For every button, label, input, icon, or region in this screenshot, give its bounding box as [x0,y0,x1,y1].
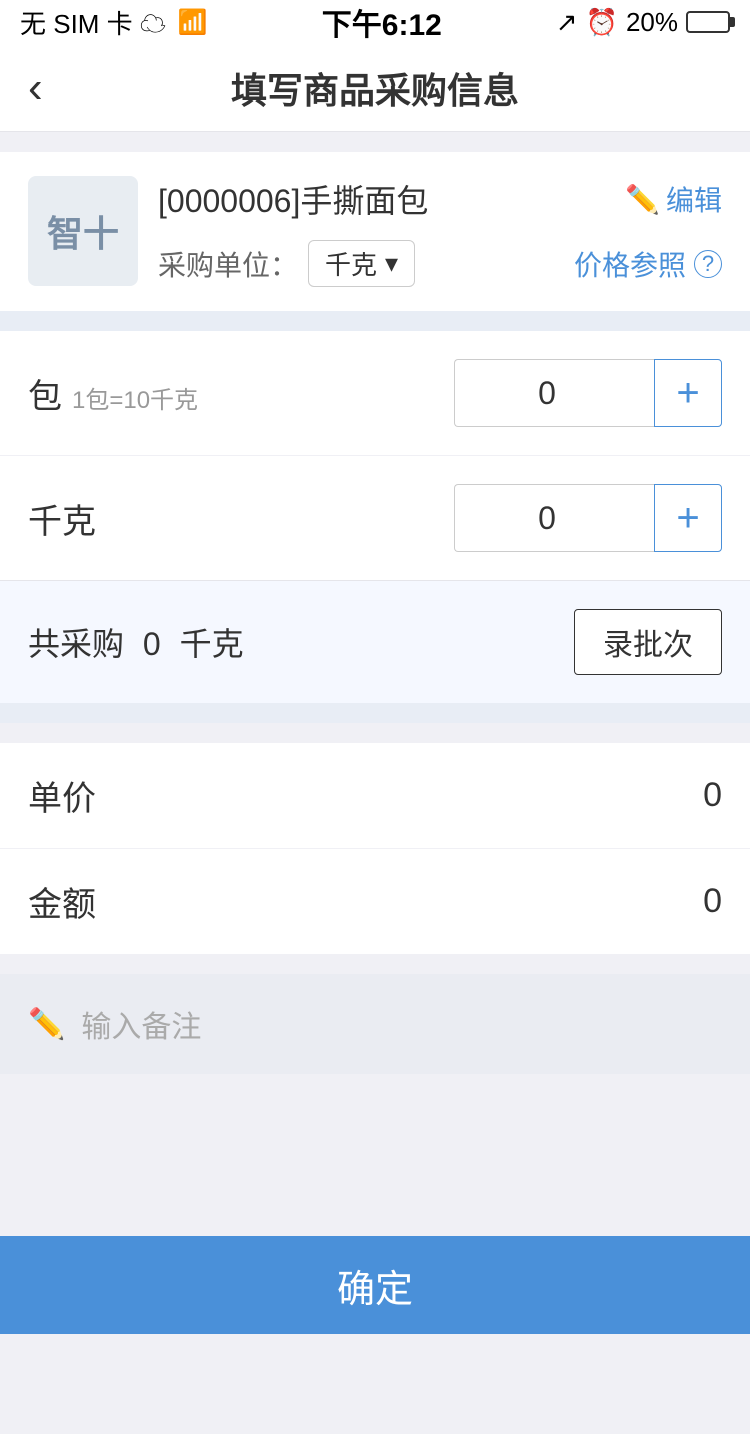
battery-percent: 20% [626,7,678,38]
confirm-button[interactable]: 确定 [0,1236,750,1334]
unit-price-row: 单价 0 [0,743,750,849]
unit-select[interactable]: 千克 ▾ [308,240,415,287]
quantity-input-bao[interactable] [454,359,654,427]
quantity-plus-bao[interactable]: + [654,359,722,427]
total-value: 0 [143,626,161,662]
alarm-icon: ⏰ [586,7,618,38]
nav-bar: ‹ 填写商品采购信息 [0,44,750,132]
wifi-icon: 📶 [178,8,208,37]
back-button[interactable]: ‹ [28,63,43,113]
quantity-unit-bao: 包 [28,369,62,418]
product-thumbnail: 智十 [28,176,138,286]
edit-label: 编辑 [666,179,722,219]
price-ref-label: 价格参照 [574,244,686,284]
price-reference-button[interactable]: 价格参照 ? [574,244,722,284]
price-section: 单价 0 金额 0 [0,743,750,954]
edit-icon: ✏️ [625,183,660,216]
amount-row: 金额 0 [0,849,750,954]
total-unit: 千克 [180,626,244,662]
unit-price-label: 单价 [28,771,96,820]
quantity-plus-kg[interactable]: + [654,484,722,552]
unit-row: 采购单位： 千克 ▾ 价格参照 ? [158,240,722,287]
unit-label: 采购单位： [158,244,298,284]
battery-icon [686,11,730,33]
batch-button[interactable]: 录批次 [574,609,722,675]
note-section[interactable]: ✏️ 输入备注 [0,974,750,1074]
quantity-label-bao: 包 1包=10千克 [28,369,198,418]
dropdown-icon: ▾ [385,248,398,279]
unit-price-value: 0 [703,776,722,815]
amount-value: 0 [703,882,722,921]
product-info: [0000006]手撕面包 ✏️ 编辑 采购单位： 千克 ▾ 价格参照 ? [158,176,722,287]
quantity-row-kg: 千克 + [0,456,750,580]
quantity-input-kg[interactable] [454,484,654,552]
quantity-sub-bao: 1包=10千克 [72,380,198,415]
quantity-row-bao: 包 1包=10千克 + [0,331,750,456]
status-time: 下午6:12 [322,0,442,44]
quantity-section: 包 1包=10千克 + 千克 + 共采购 0 千克 录批次 [0,331,750,703]
product-card: 智十 [0000006]手撕面包 ✏️ 编辑 采购单位： 千克 ▾ 价格参照 ? [0,152,750,311]
unit-value: 千克 [325,245,377,282]
edit-button[interactable]: ✏️ 编辑 [625,179,722,219]
amount-label: 金额 [28,877,96,926]
page-title: 填写商品采购信息 [231,62,519,114]
info-icon: ? [694,250,722,278]
status-right: ↗ ⏰ 20% [556,7,730,38]
total-label: 共采购 [28,626,124,662]
product-name: [0000006]手撕面包 [158,176,428,222]
divider-2 [0,703,750,723]
quantity-unit-kg: 千克 [28,494,96,543]
total-row: 共采购 0 千克 录批次 [0,580,750,703]
no-sim-label: 无 SIM 卡 ☁ [20,4,166,41]
divider-1 [0,311,750,331]
quantity-label-kg: 千克 [28,494,96,543]
location-icon: ↗ [556,7,578,38]
note-placeholder: 输入备注 [81,1002,201,1046]
status-bar: 无 SIM 卡 ☁ 📶 下午6:12 ↗ ⏰ 20% [0,0,750,44]
product-logo: 智十 [47,205,119,257]
product-name-row: [0000006]手撕面包 ✏️ 编辑 [158,176,722,222]
quantity-input-group-kg: + [454,484,722,552]
total-text: 共采购 0 千克 [28,619,244,665]
pencil-icon: ✏️ [28,1007,65,1042]
quantity-input-group-bao: + [454,359,722,427]
status-left: 无 SIM 卡 ☁ 📶 [20,4,208,41]
